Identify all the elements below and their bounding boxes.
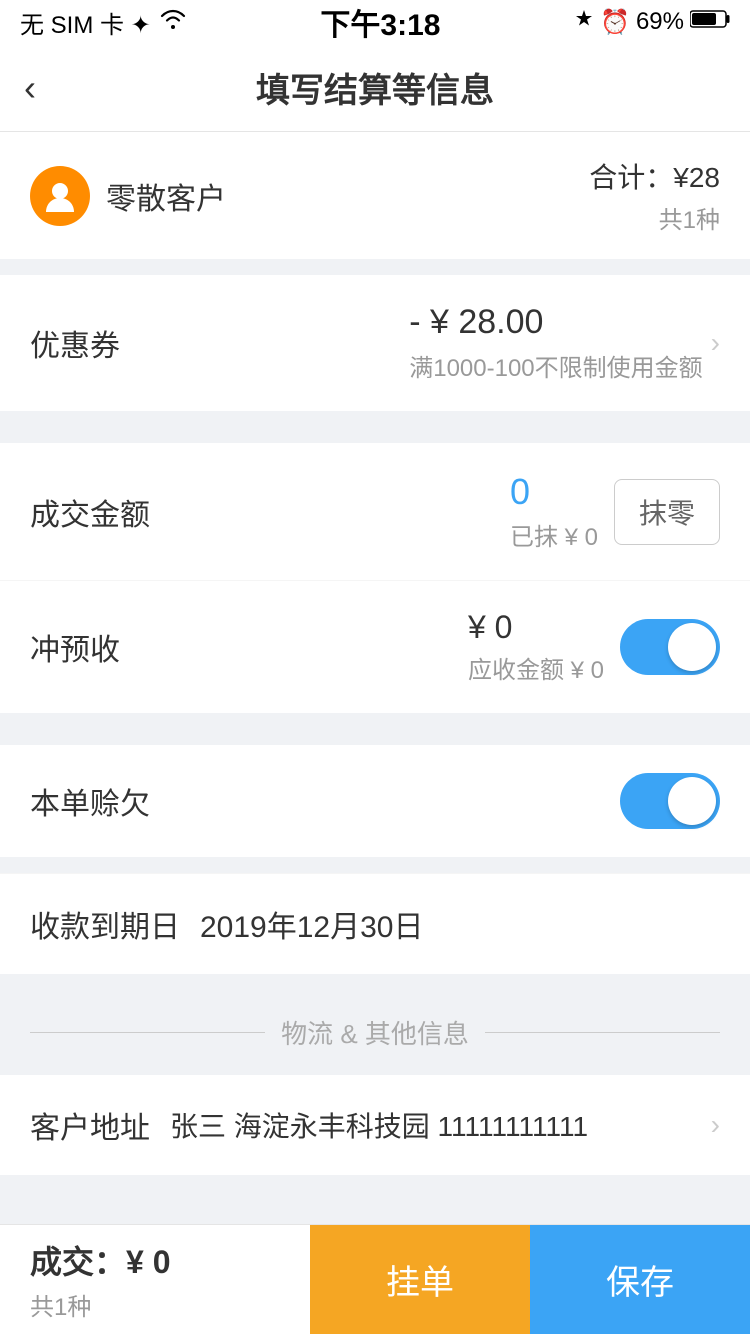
date-label: 收款到期日 <box>30 902 180 946</box>
round-zero-button[interactable]: 抹零 <box>614 479 720 545</box>
coupon-label: 优惠券 <box>30 321 120 365</box>
customer-left: 零散客户 <box>30 166 226 226</box>
date-value: 2019年12月30日 <box>200 902 423 946</box>
customer-total: 合计：¥28 <box>589 156 720 196</box>
bottom-deal-amount: ¥ 0 <box>126 1244 170 1280</box>
bottom-summary: 成交：¥ 0 共1种 <box>0 1237 310 1322</box>
coupon-sub: 满1000-100不限制使用金额 <box>409 348 702 383</box>
address-label: 客户地址 <box>30 1103 150 1147</box>
status-left: 无 SIM 卡 ✦ <box>20 5 187 40</box>
status-right: ⏰ 69% <box>574 8 730 37</box>
transaction-amount-row: 成交金额 0 已抹 ¥ 0 抹零 <box>0 443 750 581</box>
divider-1 <box>0 427 750 443</box>
prepay-sub: 应收金额 ¥ 0 <box>468 650 604 685</box>
bottom-deal-label: 成交： <box>30 1244 126 1280</box>
location-icon <box>574 8 594 36</box>
coupon-chevron-icon: › <box>711 327 720 359</box>
coupon-amount: - ¥ 28.00 <box>409 303 702 342</box>
prepay-row: 冲预收 ¥ 0 应收金额 ¥ 0 <box>0 581 750 713</box>
battery-text: 69% <box>636 8 684 36</box>
nav-bar: ‹ 填写结算等信息 <box>0 44 750 132</box>
debit-date-row: 收款到期日 2019年12月30日 <box>0 873 750 974</box>
address-value: 张三 海淀永丰科技园 11111111111 <box>170 1105 711 1145</box>
debit-section: 本单赊欠 收款到期日 2019年12月30日 <box>0 745 750 974</box>
logistics-divider: 物流 & 其他信息 <box>0 990 750 1075</box>
battery-icon <box>690 8 730 36</box>
coupon-row[interactable]: 优惠券 - ¥ 28.00 满1000-100不限制使用金额 › <box>0 275 750 411</box>
save-button[interactable]: 保存 <box>530 1225 750 1334</box>
bottom-bar: 成交：¥ 0 共1种 挂单 保存 <box>0 1224 750 1334</box>
back-button[interactable]: ‹ <box>24 67 36 109</box>
coupon-right: - ¥ 28.00 满1000-100不限制使用金额 › <box>409 303 720 383</box>
divider-2 <box>0 729 750 745</box>
sim-text: 无 SIM 卡 ✦ <box>20 5 151 40</box>
amount-value: 0 <box>510 471 598 513</box>
toggle-circle <box>668 623 716 671</box>
prepay-toggle[interactable] <box>620 619 720 675</box>
logistics-line-right <box>485 1032 720 1033</box>
transaction-section: 成交金额 0 已抹 ¥ 0 抹零 冲预收 ¥ 0 应收金额 ¥ 0 <box>0 443 750 713</box>
nav-title: 填写结算等信息 <box>256 63 494 112</box>
prepay-label: 冲预收 <box>30 625 120 669</box>
prepay-amount: ¥ 0 <box>468 609 604 646</box>
customer-icon <box>42 178 78 214</box>
address-chevron-icon: › <box>711 1109 720 1141</box>
debit-label: 本单赊欠 <box>30 779 150 823</box>
status-bar: 无 SIM 卡 ✦ 下午3:18 ⏰ 69% <box>0 0 750 44</box>
customer-count: 共1种 <box>589 200 720 235</box>
customer-avatar <box>30 166 90 226</box>
debit-inner: 本单赊欠 <box>30 773 720 829</box>
debit-row: 本单赊欠 <box>0 745 750 857</box>
amount-sub: 已抹 ¥ 0 <box>510 517 598 552</box>
suspend-button[interactable]: 挂单 <box>310 1225 530 1334</box>
debit-toggle-circle <box>668 777 716 825</box>
content: 零散客户 合计：¥28 共1种 优惠券 - ¥ 28.00 满1000-100不… <box>0 132 750 1311</box>
alarm-icon: ⏰ <box>600 8 630 37</box>
debit-toggle[interactable] <box>620 773 720 829</box>
wifi-icon <box>159 8 187 36</box>
amount-label: 成交金额 <box>30 490 150 534</box>
bottom-count: 共1种 <box>30 1287 280 1322</box>
coupon-section: 优惠券 - ¥ 28.00 满1000-100不限制使用金额 › <box>0 275 750 411</box>
logistics-line-left <box>30 1032 265 1033</box>
logistics-text: 物流 & 其他信息 <box>281 1014 469 1051</box>
customer-name: 零散客户 <box>106 174 226 218</box>
customer-row: 零散客户 合计：¥28 共1种 <box>0 132 750 259</box>
prepay-right: ¥ 0 应收金额 ¥ 0 <box>468 609 720 685</box>
divider-3 <box>0 974 750 990</box>
customer-right: 合计：¥28 共1种 <box>589 156 720 235</box>
address-row[interactable]: 客户地址 张三 海淀永丰科技园 11111111111 › <box>0 1075 750 1175</box>
amount-right: 0 已抹 ¥ 0 抹零 <box>510 471 720 552</box>
status-time: 下午3:18 <box>320 0 440 44</box>
bottom-deal: 成交：¥ 0 <box>30 1237 280 1283</box>
